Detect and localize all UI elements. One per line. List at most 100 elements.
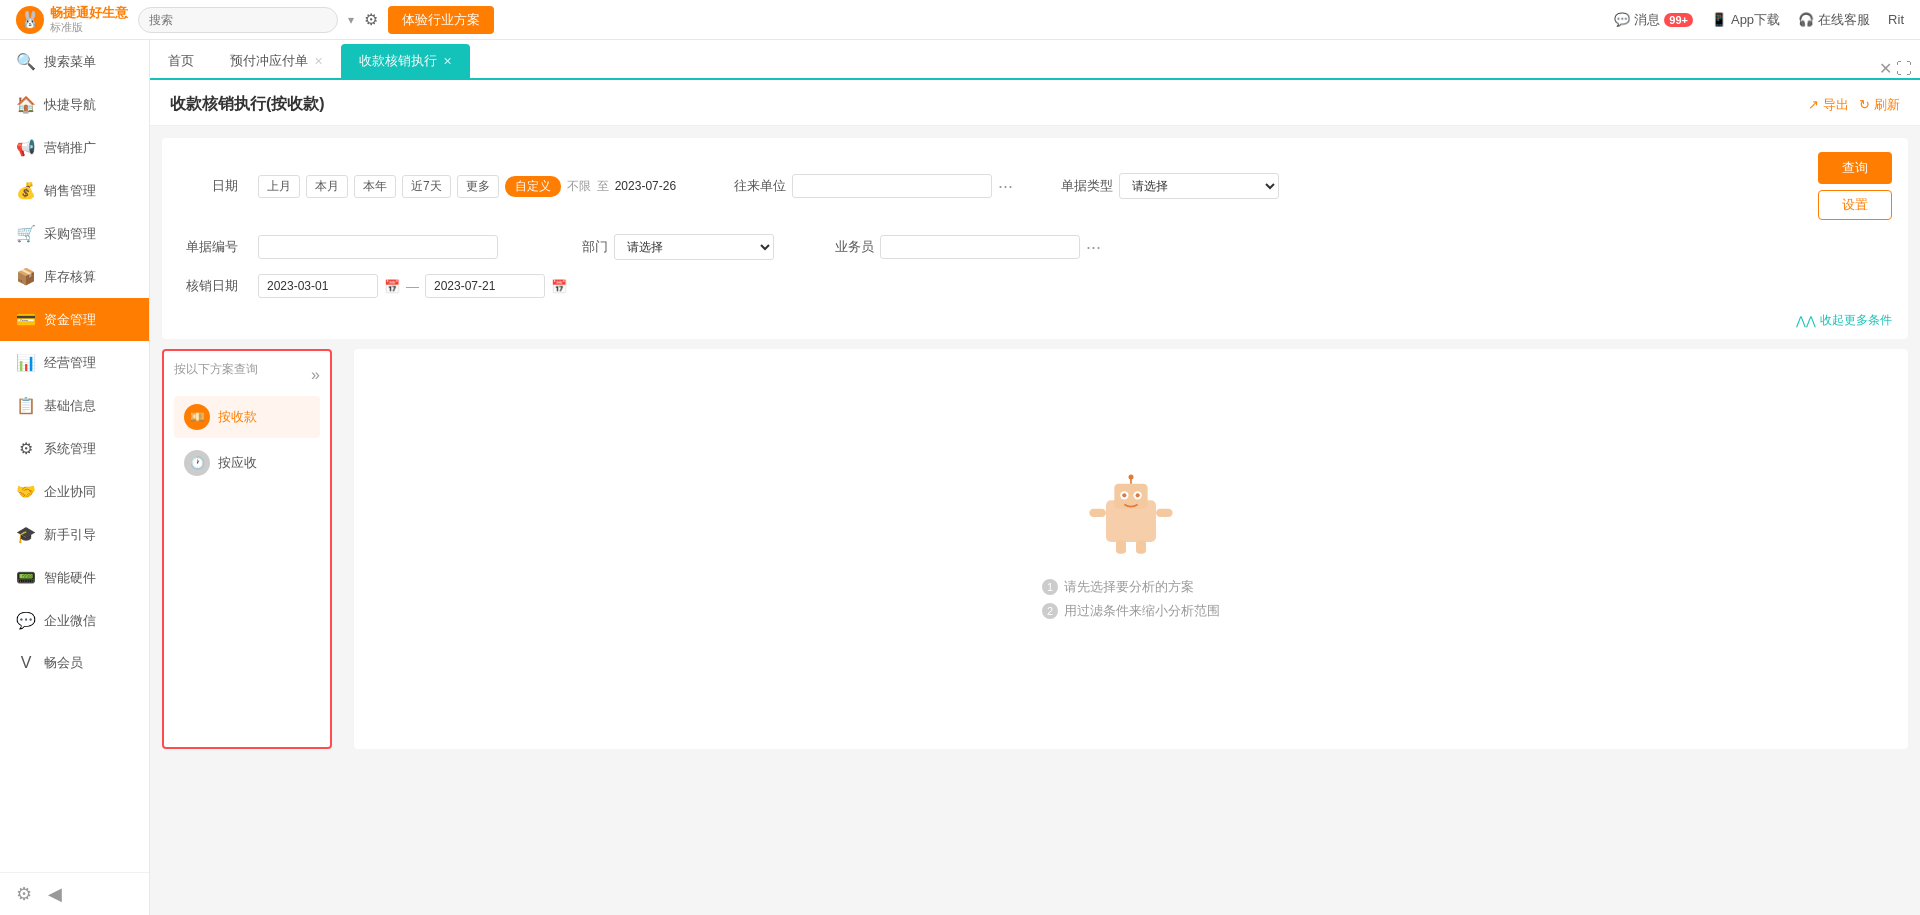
date-label: 日期	[178, 177, 238, 195]
collapse-button[interactable]: ⋀⋀ 收起更多条件	[1796, 312, 1892, 329]
calendar-start-icon[interactable]: 📅	[384, 279, 400, 294]
tab-receivable-close-icon[interactable]: ✕	[443, 55, 452, 68]
sidebar-item-operation[interactable]: 📊经营管理	[0, 341, 149, 384]
message-icon: 💬	[1614, 12, 1630, 27]
staff-dots-icon[interactable]: ···	[1086, 237, 1101, 258]
top-bar-right: 💬 消息 99+ 📱 App下载 🎧 在线客服 Rit	[1614, 11, 1904, 29]
filter-area: 日期 上月 本月 本年 近7天 更多 自定义 不限 至	[178, 152, 1892, 329]
sidebar-item-wechat[interactable]: 💬企业微信	[0, 599, 149, 642]
left-panel-item-receipt[interactable]: 💴 按收款	[174, 396, 320, 438]
search-input[interactable]	[138, 7, 338, 33]
left-panel-title: 按以下方案查询	[174, 361, 258, 378]
date-custom[interactable]: 自定义	[505, 176, 561, 197]
top-bar: 🐰 畅捷通好生意 标准版 ▾ ⚙ 体验行业方案 💬 消息 99+ 📱 App下载…	[0, 0, 1920, 40]
main-layout: 🔍搜索菜单🏠快捷导航📢营销推广💰销售管理 🛒 采购管理 📦库存核算💳资金管理📊经营管理…	[0, 40, 1920, 915]
sidebar-label-purchase: 采购管理	[44, 225, 96, 243]
sidebar-icon-purchase: 🛒	[16, 224, 36, 243]
receipt-icon: 💴	[184, 404, 210, 430]
sidebar-label-basic: 基础信息	[44, 397, 96, 415]
sidebar-item-search[interactable]: 🔍搜索菜单	[0, 40, 149, 83]
logo-icon: 🐰	[16, 6, 44, 34]
left-panel-collapse-icon[interactable]: »	[311, 366, 320, 384]
sidebar-icon-operation: 📊	[16, 353, 36, 372]
sidebar-label-sales: 销售管理	[44, 182, 96, 200]
calendar-end-icon[interactable]: 📅	[551, 279, 567, 294]
sidebar-label-newbie: 新手引导	[44, 526, 96, 544]
sidebar-item-corp[interactable]: 🤝 企业协同	[0, 470, 149, 513]
app-download-button[interactable]: 📱 App下载	[1711, 11, 1780, 29]
sidebar-item-marketing[interactable]: 📢营销推广	[0, 126, 149, 169]
step2-icon: 2	[1042, 603, 1058, 619]
tab-close-btn[interactable]: ✕	[1879, 59, 1892, 78]
date-7days[interactable]: 近7天	[402, 175, 451, 198]
verify-date-start[interactable]	[258, 274, 378, 298]
receivable-icon: 🕐	[184, 450, 210, 476]
setting-button[interactable]: 设置	[1818, 190, 1892, 220]
sidebar-icon-search: 🔍	[16, 52, 36, 71]
date-this-year[interactable]: 本年	[354, 175, 396, 198]
verify-date-end[interactable]	[425, 274, 545, 298]
sidebar-item-purchase[interactable]: 🛒 采购管理	[0, 212, 149, 255]
message-button[interactable]: 💬 消息 99+	[1614, 11, 1693, 29]
counterpart-dots-icon[interactable]: ···	[998, 176, 1013, 197]
right-content: 1 请先选择要分析的方案 2 用过滤条件来缩小分析范围	[354, 349, 1908, 749]
tab-home[interactable]: 首页	[150, 44, 212, 78]
refresh-button[interactable]: ↻ 刷新	[1859, 96, 1900, 114]
sidebar-item-vip[interactable]: V畅会员	[0, 642, 149, 684]
staff-input[interactable]	[880, 235, 1080, 259]
tab-bar-actions: ✕ ⛶	[1871, 59, 1920, 78]
sidebar-item-quick-nav[interactable]: 🏠快捷导航	[0, 83, 149, 126]
sidebar-label-marketing: 营销推广	[44, 139, 96, 157]
sidebar-item-basic[interactable]: 📋基础信息	[0, 384, 149, 427]
solution-button[interactable]: 体验行业方案	[388, 6, 494, 34]
dropdown-arrow-icon[interactable]: ▾	[348, 13, 354, 27]
refresh-icon: ↻	[1859, 97, 1870, 112]
tab-bar: 首页 预付冲应付单 ✕ 收款核销执行 ✕ ✕ ⛶	[150, 40, 1920, 80]
sidebar-item-newbie[interactable]: 🎓新手引导	[0, 513, 149, 556]
sidebar-item-system[interactable]: ⚙系统管理	[0, 427, 149, 470]
tab-maximize-btn[interactable]: ⛶	[1896, 60, 1912, 78]
sidebar-item-sales[interactable]: 💰销售管理	[0, 169, 149, 212]
empty-hints: 1 请先选择要分析的方案 2 用过滤条件来缩小分析范围	[1042, 578, 1220, 626]
date-this-month[interactable]: 本月	[306, 175, 348, 198]
export-button[interactable]: ↗ 导出	[1808, 96, 1849, 114]
filter-row-1: 日期 上月 本月 本年 近7天 更多 自定义 不限 至	[178, 152, 1892, 220]
app-version: 标准版	[50, 21, 128, 34]
collapse-icon[interactable]: ◀	[48, 883, 62, 905]
dept-group: 部门 请选择	[548, 234, 774, 260]
date-more[interactable]: 更多	[457, 175, 499, 198]
tab-prepay-close-icon[interactable]: ✕	[314, 55, 323, 68]
tab-receivable[interactable]: 收款核销执行 ✕	[341, 44, 470, 78]
dept-select[interactable]: 请选择	[614, 234, 774, 260]
query-button[interactable]: 查询	[1818, 152, 1892, 184]
sidebar-item-finance[interactable]: 💳资金管理	[0, 298, 149, 341]
sidebar-icon-inventory: 📦	[16, 267, 36, 286]
doctype-select[interactable]: 请选择	[1119, 173, 1279, 199]
online-service-button[interactable]: 🎧 在线客服	[1798, 11, 1870, 29]
sidebar-item-inventory[interactable]: 📦库存核算	[0, 255, 149, 298]
tab-prepay[interactable]: 预付冲应付单 ✕	[212, 44, 341, 78]
page-header-actions: ↗ 导出 ↻ 刷新	[1808, 96, 1900, 114]
collapse-area: ⋀⋀ 收起更多条件	[178, 312, 1892, 329]
docno-input[interactable]	[258, 235, 498, 259]
counterpart-label: 往来单位	[726, 177, 786, 195]
sidebar-label-corp: 企业协同	[44, 483, 96, 501]
sidebar-icon-corp: 🤝	[16, 482, 36, 501]
settings-icon[interactable]: ⚙	[16, 883, 32, 905]
page-header: 收款核销执行(按收款) ↗ 导出 ↻ 刷新	[150, 80, 1920, 126]
left-panel-item-receivable[interactable]: 🕐 按应收	[174, 442, 320, 484]
sidebar-item-smart-hw[interactable]: 📟智能硬件	[0, 556, 149, 599]
sidebar-label-smart-hw: 智能硬件	[44, 569, 96, 587]
staff-label: 业务员	[814, 238, 874, 256]
tab-prepay-label: 预付冲应付单	[230, 52, 308, 70]
date-last-month[interactable]: 上月	[258, 175, 300, 198]
sidebar: 🔍搜索菜单🏠快捷导航📢营销推广💰销售管理 🛒 采购管理 📦库存核算💳资金管理📊经营管理…	[0, 40, 150, 915]
docno-label: 单据编号	[178, 238, 238, 256]
gear-icon[interactable]: ⚙	[364, 10, 378, 29]
sidebar-label-finance: 资金管理	[44, 311, 96, 329]
counterpart-input[interactable]	[792, 174, 992, 198]
filter-row-2: 单据编号 部门 请选择 业务员	[178, 234, 1892, 260]
receivable-label: 按应收	[218, 454, 257, 472]
user-name[interactable]: Rit	[1888, 12, 1904, 27]
collapse-up-icon: ⋀⋀	[1796, 314, 1816, 328]
